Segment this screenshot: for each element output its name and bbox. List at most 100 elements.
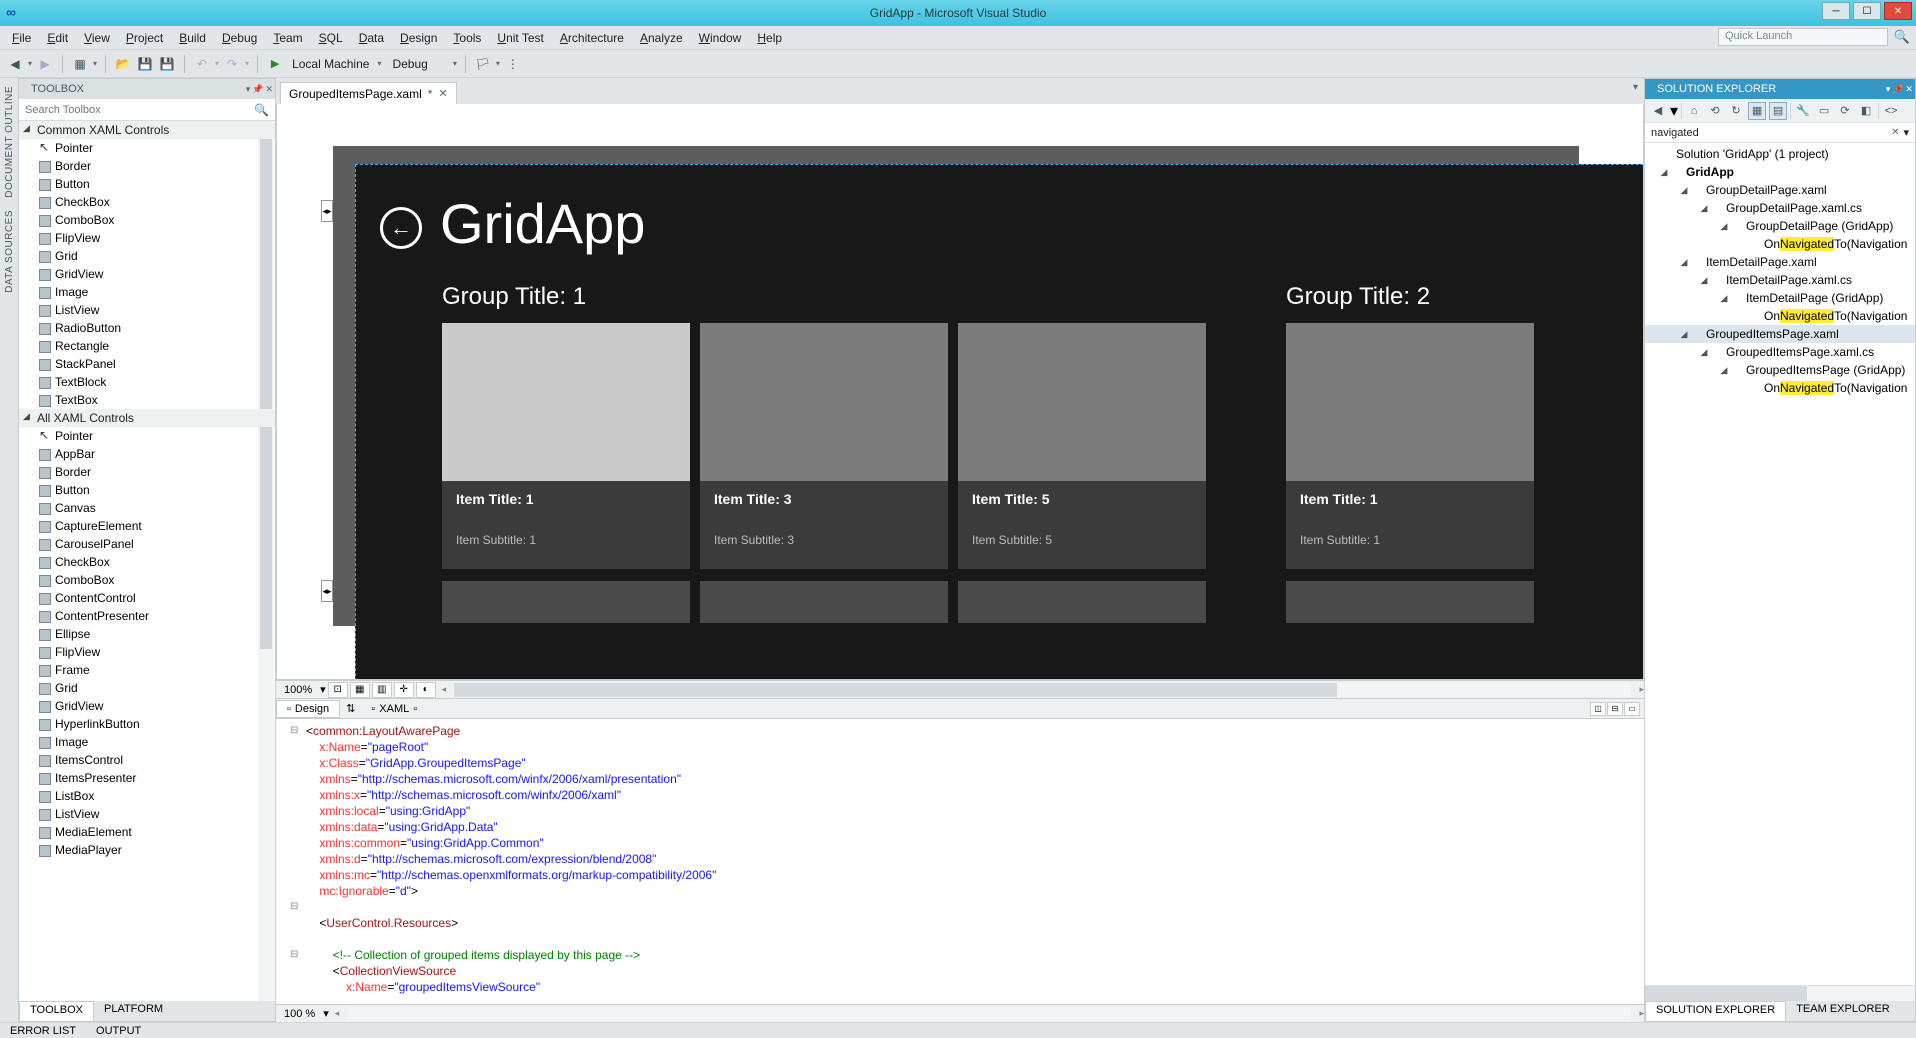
quick-launch-input[interactable]: Quick Launch [1718, 28, 1888, 46]
toolbox-item[interactable]: ContentControl [19, 589, 275, 607]
search-icon[interactable]: 🔍 [1894, 29, 1910, 45]
nav-back-button[interactable]: ◀ [6, 55, 24, 73]
toolbox-item[interactable]: MediaPlayer [19, 841, 275, 859]
panel-tab[interactable]: TEAM EXPLORER [1786, 1001, 1900, 1021]
designer-artboard[interactable]: ← GridApp Group Title: 1 Group Title: 2 … [355, 164, 1644, 680]
se-sync-button[interactable]: ⟲ [1706, 102, 1724, 120]
fit-all-button[interactable]: ⊡ [328, 682, 348, 698]
pin-icon[interactable]: 📌 [1892, 84, 1903, 95]
document-outline-tab[interactable]: DOCUMENT OUTLINE [4, 86, 15, 198]
run-target[interactable]: Local Machine [288, 57, 373, 71]
effects-button[interactable]: ◐ [416, 682, 436, 698]
horizontal-split-button[interactable]: ⊟ [1607, 702, 1623, 716]
toolbox-item[interactable]: Image [19, 283, 275, 301]
snaplines-button[interactable]: ✛ [394, 682, 414, 698]
toolbox-item[interactable]: ListView [19, 301, 275, 319]
toolbox-item[interactable]: ItemsControl [19, 751, 275, 769]
toolbox-item[interactable]: AppBar [19, 445, 275, 463]
se-view-code-button[interactable]: ⟳ [1836, 102, 1854, 120]
toolbox-item[interactable]: Canvas [19, 499, 275, 517]
close-button[interactable]: ✕ [1884, 2, 1912, 20]
menu-project[interactable]: Project [118, 28, 171, 48]
tree-row[interactable]: ◢GroupDetailPage (GridApp) [1645, 217, 1915, 235]
menu-analyze[interactable]: Analyze [632, 28, 691, 48]
panel-tab[interactable]: SOLUTION EXPLORER [1645, 1001, 1786, 1021]
tab-overflow-icon[interactable]: ▾ [1633, 82, 1638, 93]
xaml-code-editor[interactable]: ⊟⊟⊟ <common:LayoutAwarePage x:Name="page… [276, 718, 1644, 1004]
menu-tools[interactable]: Tools [445, 28, 489, 48]
se-refresh-button[interactable]: ↻ [1727, 102, 1745, 120]
menu-build[interactable]: Build [171, 28, 214, 48]
tree-row[interactable]: ◢ItemDetailPage (GridApp) [1645, 289, 1915, 307]
toolbox-item[interactable]: Grid [19, 679, 275, 697]
save-button[interactable]: 💾 [136, 55, 154, 73]
se-home-button[interactable]: ⌂ [1685, 102, 1703, 120]
se-properties-button[interactable]: 🔧 [1794, 102, 1812, 120]
se-view-designer-button[interactable]: ◧ [1857, 102, 1875, 120]
toolbox-item[interactable]: Rectangle [19, 337, 275, 355]
toolbox-item[interactable]: Pointer [19, 139, 275, 157]
swap-panes-button[interactable]: ⇅ [340, 702, 361, 715]
toolbox-item[interactable]: TextBlock [19, 373, 275, 391]
menu-team[interactable]: Team [265, 28, 310, 48]
snap-button[interactable]: ▥ [372, 682, 392, 698]
xaml-hscroll[interactable] [347, 1007, 1631, 1021]
se-collapse-button[interactable]: ▤ [1769, 102, 1787, 120]
find-in-files-button[interactable]: 🏳 [474, 55, 492, 73]
tree-row[interactable]: ◢GroupedItemsPage.xaml.cs [1645, 343, 1915, 361]
panel-dropdown-icon[interactable]: ▾ [1886, 84, 1891, 95]
toolbox-item[interactable]: CheckBox [19, 193, 275, 211]
toolbox-item[interactable]: ListBox [19, 787, 275, 805]
toolbox-item[interactable]: Image [19, 733, 275, 751]
toolbox-item[interactable]: FlipView [19, 229, 275, 247]
open-file-button[interactable]: 📂 [114, 55, 132, 73]
se-show-all-button[interactable]: ▦ [1748, 102, 1766, 120]
xaml-zoom[interactable]: 100 % [276, 1008, 323, 1020]
menu-architecture[interactable]: Architecture [552, 28, 632, 48]
close-icon[interactable]: ✕ [1905, 84, 1913, 95]
menu-sql[interactable]: SQL [311, 28, 351, 48]
menu-data[interactable]: Data [351, 28, 392, 48]
toolbox-group[interactable]: All XAML Controls [19, 409, 275, 427]
toolbox-item[interactable]: Border [19, 463, 275, 481]
menu-edit[interactable]: Edit [39, 28, 76, 48]
designer-zoom[interactable]: 100% [276, 684, 320, 696]
xaml-tab[interactable]: ▫XAML▫ [361, 701, 427, 717]
se-back-button[interactable]: ◀ [1649, 102, 1667, 120]
design-tab[interactable]: ▫Design [276, 700, 340, 718]
toolbox-item[interactable]: TextBox [19, 391, 275, 409]
panel-tab[interactable]: TOOLBOX [19, 1001, 94, 1021]
minimize-button[interactable]: ─ [1822, 2, 1850, 20]
pin-icon[interactable]: 📌 [252, 84, 263, 95]
se-hscroll[interactable] [1645, 985, 1915, 1001]
menu-window[interactable]: Window [691, 28, 750, 48]
save-all-button[interactable]: 💾 [158, 55, 176, 73]
vertical-split-button[interactable]: ◫ [1590, 702, 1606, 716]
tree-row[interactable]: OnNavigatedTo(Navigation [1645, 307, 1915, 325]
toolbox-item[interactable]: Border [19, 157, 275, 175]
toolbox-search-input[interactable] [25, 104, 254, 116]
tree-row[interactable]: ◢GroupedItemsPage (GridApp) [1645, 361, 1915, 379]
se-preview-button[interactable]: ▭ [1815, 102, 1833, 120]
toolbox-header[interactable]: TOOLBOX ▾ 📌 ✕ [19, 79, 275, 99]
tree-row[interactable]: ◢GroupedItemsPage.xaml [1645, 325, 1915, 343]
grid-button[interactable]: ▦ [350, 682, 370, 698]
menu-file[interactable]: File [4, 28, 39, 48]
menu-design[interactable]: Design [392, 28, 445, 48]
toolbox-item[interactable]: ComboBox [19, 571, 275, 589]
tree-row[interactable]: OnNavigatedTo(Navigation [1645, 235, 1915, 253]
tree-row[interactable]: ◢GridApp [1645, 163, 1915, 181]
designer-handle[interactable]: ◂▸ [321, 580, 333, 602]
toolbox-item[interactable]: CaptureElement [19, 517, 275, 535]
tree-row[interactable]: ◢ItemDetailPage.xaml [1645, 253, 1915, 271]
menu-debug[interactable]: Debug [214, 28, 265, 48]
toolbox-item[interactable]: HyperlinkButton [19, 715, 275, 733]
search-icon[interactable]: 🔍 [254, 103, 269, 117]
toolbox-item[interactable]: ItemsPresenter [19, 769, 275, 787]
solution-explorer-search[interactable]: navigated ✕ ▾ [1645, 123, 1915, 143]
se-code-map-button[interactable]: <> [1882, 102, 1900, 120]
toolbox-item[interactable]: Ellipse [19, 625, 275, 643]
maximize-button[interactable]: ☐ [1853, 2, 1881, 20]
tree-row[interactable]: Solution 'GridApp' (1 project) [1645, 145, 1915, 163]
menu-help[interactable]: Help [749, 28, 790, 48]
